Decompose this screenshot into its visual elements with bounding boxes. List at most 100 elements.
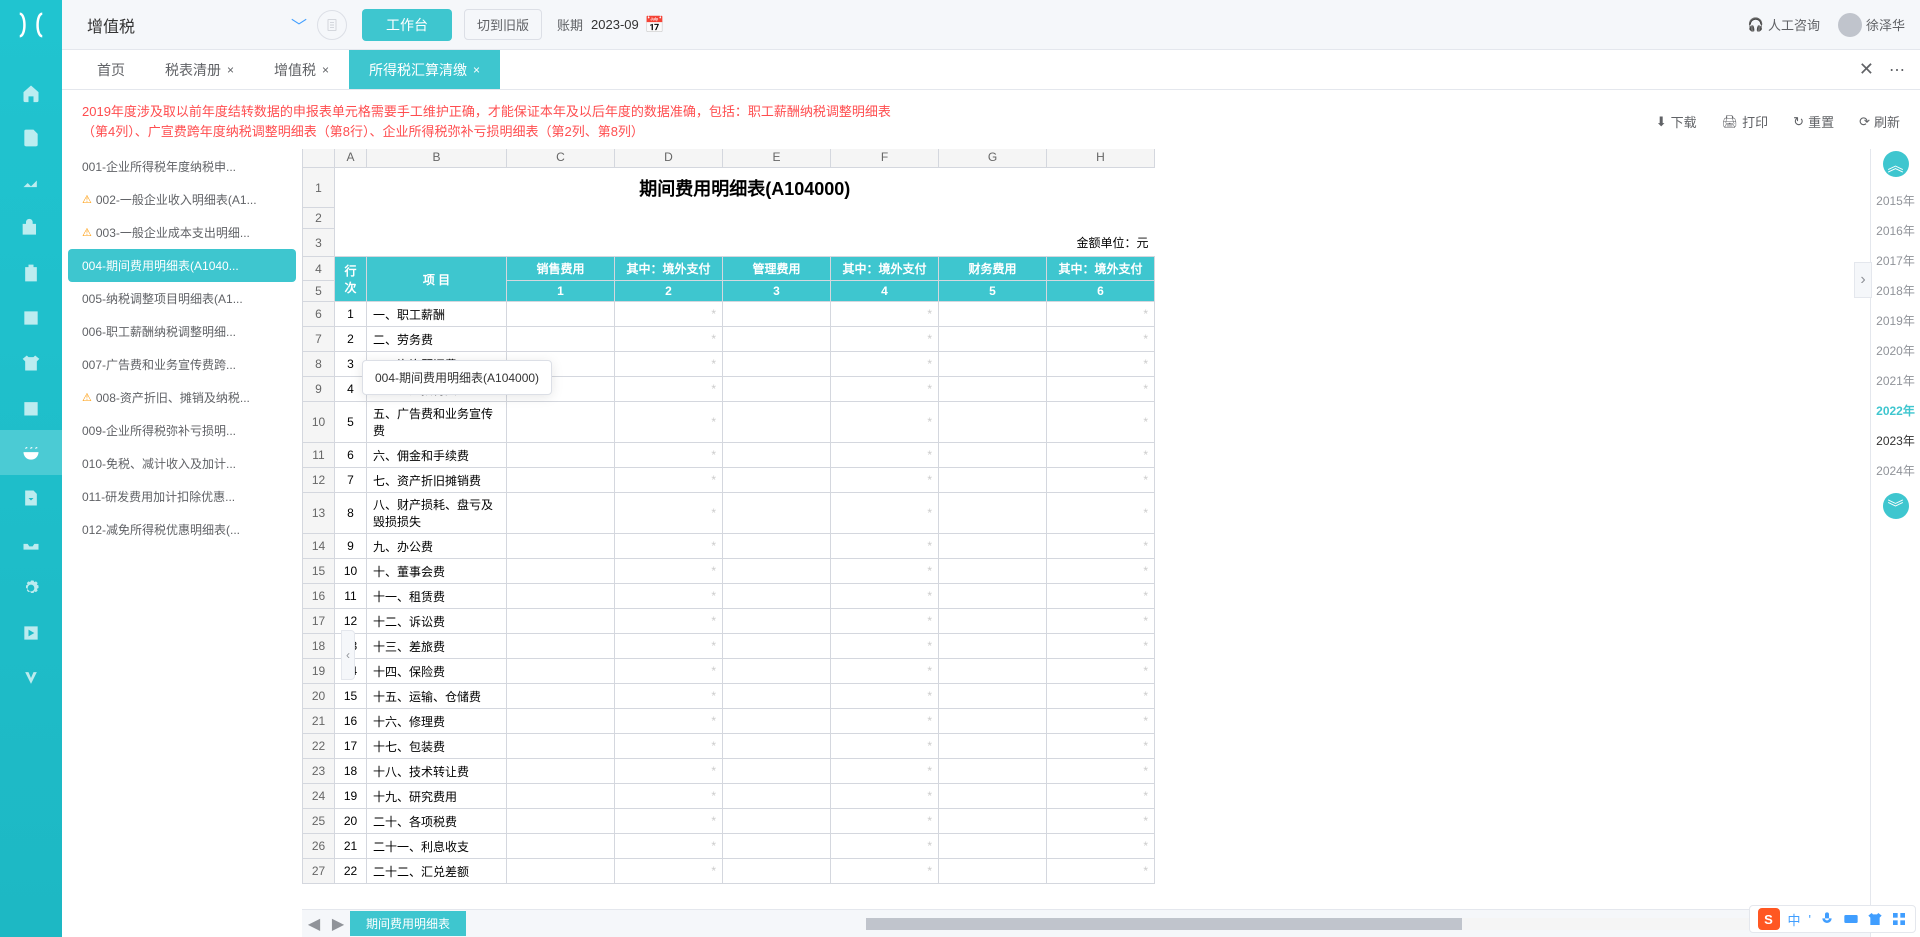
row-header[interactable]: 13	[303, 493, 335, 534]
nav-export-icon[interactable]	[0, 475, 62, 520]
data-cell[interactable]: *	[615, 302, 723, 327]
data-cell[interactable]	[723, 809, 831, 834]
item-cell[interactable]: 五、广告费和业务宣传费	[367, 402, 507, 443]
data-cell[interactable]	[939, 659, 1047, 684]
data-cell[interactable]	[939, 443, 1047, 468]
ime-keyboard-icon[interactable]	[1843, 911, 1859, 927]
data-cell[interactable]: *	[1047, 609, 1155, 634]
data-cell[interactable]: *	[615, 352, 723, 377]
data-cell[interactable]: *	[831, 534, 939, 559]
data-cell[interactable]: *	[831, 377, 939, 402]
data-cell[interactable]	[723, 784, 831, 809]
row-header[interactable]: 20	[303, 684, 335, 709]
data-cell[interactable]: *	[831, 709, 939, 734]
data-cell[interactable]	[723, 302, 831, 327]
nav-gear-icon[interactable]	[0, 565, 62, 610]
data-cell[interactable]: *	[831, 584, 939, 609]
data-cell[interactable]: *	[615, 559, 723, 584]
data-cell[interactable]	[939, 684, 1047, 709]
form-list-item[interactable]: 010-免税、减计收入及加计...	[62, 447, 302, 480]
data-cell[interactable]: *	[1047, 493, 1155, 534]
close-icon[interactable]: ×	[473, 63, 480, 77]
data-cell[interactable]: *	[1047, 534, 1155, 559]
row-num-cell[interactable]: 10	[335, 559, 367, 584]
nav-bag-icon[interactable]	[0, 205, 62, 250]
data-cell[interactable]: *	[615, 402, 723, 443]
form-list-item[interactable]: ⚠008-资产折旧、摊销及纳税...	[62, 381, 302, 414]
item-cell[interactable]: 十五、运输、仓储费	[367, 684, 507, 709]
data-cell[interactable]	[507, 402, 615, 443]
item-cell[interactable]: 十四、保险费	[367, 659, 507, 684]
data-cell[interactable]	[723, 327, 831, 352]
data-cell[interactable]	[723, 534, 831, 559]
ime-lang[interactable]: 中	[1788, 910, 1801, 929]
data-cell[interactable]	[939, 634, 1047, 659]
form-list-item[interactable]: 006-职工薪酬纳税调整明细...	[62, 315, 302, 348]
row-header[interactable]: 22	[303, 734, 335, 759]
data-cell[interactable]	[507, 859, 615, 884]
ime-punct-icon[interactable]: '	[1809, 912, 1811, 927]
data-cell[interactable]: *	[1047, 584, 1155, 609]
data-cell[interactable]: *	[615, 584, 723, 609]
tab[interactable]: 所得税汇算清缴×	[349, 50, 500, 89]
data-cell[interactable]	[723, 584, 831, 609]
data-cell[interactable]	[723, 559, 831, 584]
data-cell[interactable]: *	[615, 468, 723, 493]
data-cell[interactable]	[507, 759, 615, 784]
nav-shirt-icon[interactable]	[0, 340, 62, 385]
data-cell[interactable]	[939, 609, 1047, 634]
item-cell[interactable]: 八、财产损耗、盘亏及毁损损失	[367, 493, 507, 534]
close-icon[interactable]: ×	[322, 63, 329, 77]
data-cell[interactable]	[723, 609, 831, 634]
year-button[interactable]: 2018年	[1876, 275, 1916, 305]
year-button[interactable]: 2020年	[1876, 335, 1916, 365]
row-header[interactable]: 25	[303, 809, 335, 834]
form-list-item[interactable]: 007-广告费和业务宣传费跨...	[62, 348, 302, 381]
data-cell[interactable]	[507, 443, 615, 468]
form-list-item[interactable]: 011-研发费用加计扣除优惠...	[62, 480, 302, 513]
item-cell[interactable]: 十九、研究费用	[367, 784, 507, 809]
data-cell[interactable]	[939, 468, 1047, 493]
data-cell[interactable]	[939, 352, 1047, 377]
data-cell[interactable]	[939, 327, 1047, 352]
ime-skin-icon[interactable]	[1867, 911, 1883, 927]
switch-old-button[interactable]: 切到旧版	[464, 9, 542, 40]
data-cell[interactable]: *	[831, 327, 939, 352]
year-down-icon[interactable]: ︾	[1883, 493, 1909, 519]
year-button[interactable]: 2022年	[1876, 395, 1916, 425]
data-cell[interactable]	[723, 859, 831, 884]
data-cell[interactable]: *	[831, 759, 939, 784]
item-cell[interactable]: 二、劳务费	[367, 327, 507, 352]
data-cell[interactable]: *	[831, 559, 939, 584]
data-cell[interactable]: *	[831, 493, 939, 534]
item-cell[interactable]: 一、职工薪酬	[367, 302, 507, 327]
row-num-cell[interactable]: 18	[335, 759, 367, 784]
data-cell[interactable]	[723, 443, 831, 468]
data-cell[interactable]	[723, 834, 831, 859]
row-header[interactable]: 24	[303, 784, 335, 809]
data-cell[interactable]	[939, 402, 1047, 443]
row-header[interactable]: 14	[303, 534, 335, 559]
data-cell[interactable]	[507, 584, 615, 609]
data-cell[interactable]: *	[831, 609, 939, 634]
horizontal-scrollbar[interactable]	[866, 918, 1860, 930]
data-cell[interactable]: *	[615, 327, 723, 352]
nav-clipboard-icon[interactable]	[0, 250, 62, 295]
row-header[interactable]: 15	[303, 559, 335, 584]
data-cell[interactable]	[939, 534, 1047, 559]
data-cell[interactable]	[939, 809, 1047, 834]
data-cell[interactable]	[723, 734, 831, 759]
row-header[interactable]: 19	[303, 659, 335, 684]
data-cell[interactable]	[507, 684, 615, 709]
data-cell[interactable]	[723, 684, 831, 709]
tax-type-dropdown[interactable]: 增值税 ﹀	[77, 13, 317, 37]
data-cell[interactable]: *	[1047, 352, 1155, 377]
data-cell[interactable]	[723, 377, 831, 402]
nav-chart-icon[interactable]	[0, 160, 62, 205]
data-cell[interactable]: *	[831, 684, 939, 709]
item-cell[interactable]: 六、佣金和手续费	[367, 443, 507, 468]
data-cell[interactable]	[723, 659, 831, 684]
nav-inbox-icon[interactable]	[0, 520, 62, 565]
data-cell[interactable]: *	[1047, 734, 1155, 759]
data-cell[interactable]	[507, 809, 615, 834]
